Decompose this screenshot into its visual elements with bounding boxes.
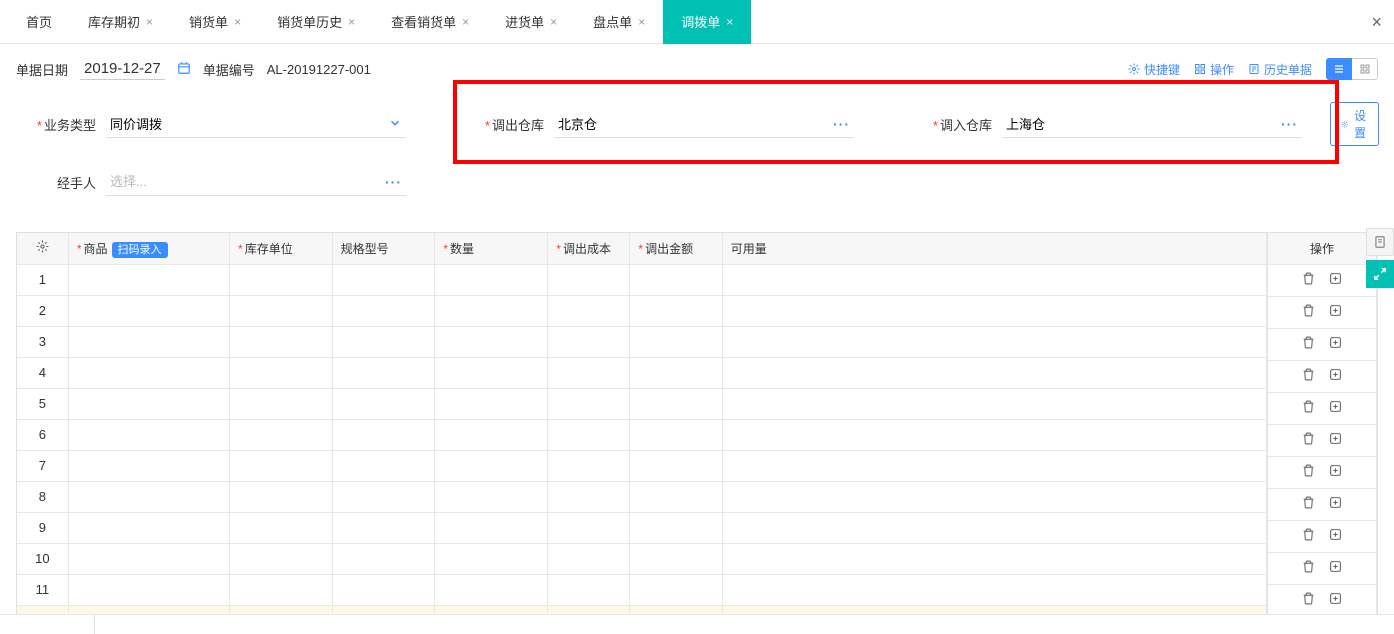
table-row[interactable]: 6 (17, 419, 1267, 450)
calendar-icon[interactable] (177, 61, 191, 78)
col-available: 可用量 (731, 242, 767, 256)
tab-bar: 首页 库存期初× 销货单× 销货单历史× 查看销货单× 进货单× 盘点单× 调拨… (0, 0, 1394, 44)
tab-purchase[interactable]: 进货单× (487, 0, 575, 44)
tab-stocktake[interactable]: 盘点单× (575, 0, 663, 44)
table-row[interactable]: 7 (17, 450, 1267, 481)
status-bar (0, 614, 1394, 634)
expand-icon[interactable] (1366, 260, 1394, 288)
delete-icon[interactable] (1302, 560, 1315, 576)
add-icon[interactable] (1329, 496, 1342, 512)
add-icon[interactable] (1329, 400, 1342, 416)
delete-icon[interactable] (1302, 272, 1315, 288)
tab-sales-order[interactable]: 销货单× (171, 0, 259, 44)
table-row[interactable]: 10 (17, 543, 1267, 574)
add-icon[interactable] (1329, 304, 1342, 320)
field-biz-type: *业务类型 (16, 110, 406, 138)
view-grid-button[interactable] (1352, 58, 1378, 80)
biz-type-input[interactable] (106, 110, 406, 138)
close-icon[interactable]: × (234, 15, 241, 29)
close-icon[interactable]: × (348, 15, 355, 29)
delete-icon[interactable] (1302, 368, 1315, 384)
add-icon[interactable] (1329, 528, 1342, 544)
table-row[interactable]: 5 (17, 388, 1267, 419)
close-icon[interactable]: × (726, 15, 733, 29)
settings-button[interactable]: 设置 (1330, 102, 1379, 146)
tab-inventory-init[interactable]: 库存期初× (70, 0, 171, 44)
table-row[interactable]: 4 (17, 357, 1267, 388)
docno-label: 单据编号 (203, 60, 255, 79)
delete-icon[interactable] (1302, 336, 1315, 352)
add-icon[interactable] (1329, 272, 1342, 288)
table-row[interactable]: 2 (17, 295, 1267, 326)
delete-icon[interactable] (1302, 304, 1315, 320)
col-ops: 操作 (1268, 233, 1377, 264)
col-unit: 库存单位 (245, 242, 293, 256)
docno-value: AL-20191227-001 (267, 62, 371, 77)
more-icon[interactable]: ··· (833, 116, 850, 132)
delete-icon[interactable] (1302, 528, 1315, 544)
delete-icon[interactable] (1302, 464, 1315, 480)
form-area: *业务类型 *调出仓库 ··· *调入仓库 ··· 设置 经手人 ··· (0, 94, 1394, 232)
table-row[interactable]: 9 (17, 512, 1267, 543)
tab-home[interactable]: 首页 (8, 0, 70, 44)
add-icon[interactable] (1329, 560, 1342, 576)
col-qty: 数量 (450, 242, 474, 256)
out-warehouse-input[interactable] (554, 110, 854, 138)
in-warehouse-input[interactable] (1002, 110, 1302, 138)
toolbar: 单据日期 2019-12-27 单据编号 AL-20191227-001 快捷键… (0, 44, 1394, 94)
add-icon[interactable] (1329, 592, 1342, 608)
tab-view-sales[interactable]: 查看销货单× (373, 0, 487, 44)
col-amount: 调出金额 (645, 242, 693, 256)
delete-icon[interactable] (1302, 496, 1315, 512)
note-icon[interactable] (1366, 228, 1394, 256)
table-row[interactable]: 8 (17, 481, 1267, 512)
handler-input[interactable] (106, 168, 406, 196)
history-button[interactable]: 历史单据 (1248, 61, 1312, 78)
more-icon[interactable]: ··· (1281, 116, 1298, 132)
table-row[interactable]: 3 (17, 326, 1267, 357)
close-icon[interactable]: × (638, 15, 645, 29)
delete-icon[interactable] (1302, 400, 1315, 416)
table-row[interactable]: 1 (17, 264, 1267, 295)
gear-icon[interactable] (36, 242, 49, 256)
add-icon[interactable] (1329, 432, 1342, 448)
shortcut-button[interactable]: 快捷键 (1128, 61, 1180, 78)
chevron-down-icon[interactable] (388, 116, 402, 133)
close-icon[interactable]: × (462, 15, 469, 29)
view-toggle (1326, 58, 1378, 80)
field-handler: 经手人 ··· (16, 168, 406, 196)
close-all-icon[interactable]: × (1371, 12, 1382, 33)
delete-icon[interactable] (1302, 592, 1315, 608)
date-value[interactable]: 2019-12-27 (80, 58, 165, 80)
date-label: 单据日期 (16, 60, 68, 79)
table-row[interactable]: 11 (17, 574, 1267, 605)
col-product: 商品 (84, 242, 108, 256)
side-float (1366, 228, 1394, 288)
delete-icon[interactable] (1302, 432, 1315, 448)
tab-transfer[interactable]: 调拨单× (663, 0, 751, 44)
more-icon[interactable]: ··· (385, 174, 402, 190)
col-cost: 调出成本 (563, 242, 611, 256)
scan-badge[interactable]: 扫码录入 (112, 242, 168, 258)
field-out-warehouse: *调出仓库 ··· (464, 110, 854, 138)
add-icon[interactable] (1329, 336, 1342, 352)
data-table: *商品扫码录入 *库存单位 规格型号 *数量 *调出成本 *调出金额 可用量 1… (16, 232, 1378, 627)
operate-button[interactable]: 操作 (1194, 61, 1234, 78)
close-icon[interactable]: × (550, 15, 557, 29)
add-icon[interactable] (1329, 464, 1342, 480)
tab-sales-history[interactable]: 销货单历史× (259, 0, 373, 44)
field-in-warehouse: *调入仓库 ··· (912, 110, 1302, 138)
table-header-row: *商品扫码录入 *库存单位 规格型号 *数量 *调出成本 *调出金额 可用量 (17, 233, 1267, 264)
close-icon[interactable]: × (146, 15, 153, 29)
view-list-button[interactable] (1326, 58, 1352, 80)
col-spec: 规格型号 (341, 242, 389, 256)
add-icon[interactable] (1329, 368, 1342, 384)
